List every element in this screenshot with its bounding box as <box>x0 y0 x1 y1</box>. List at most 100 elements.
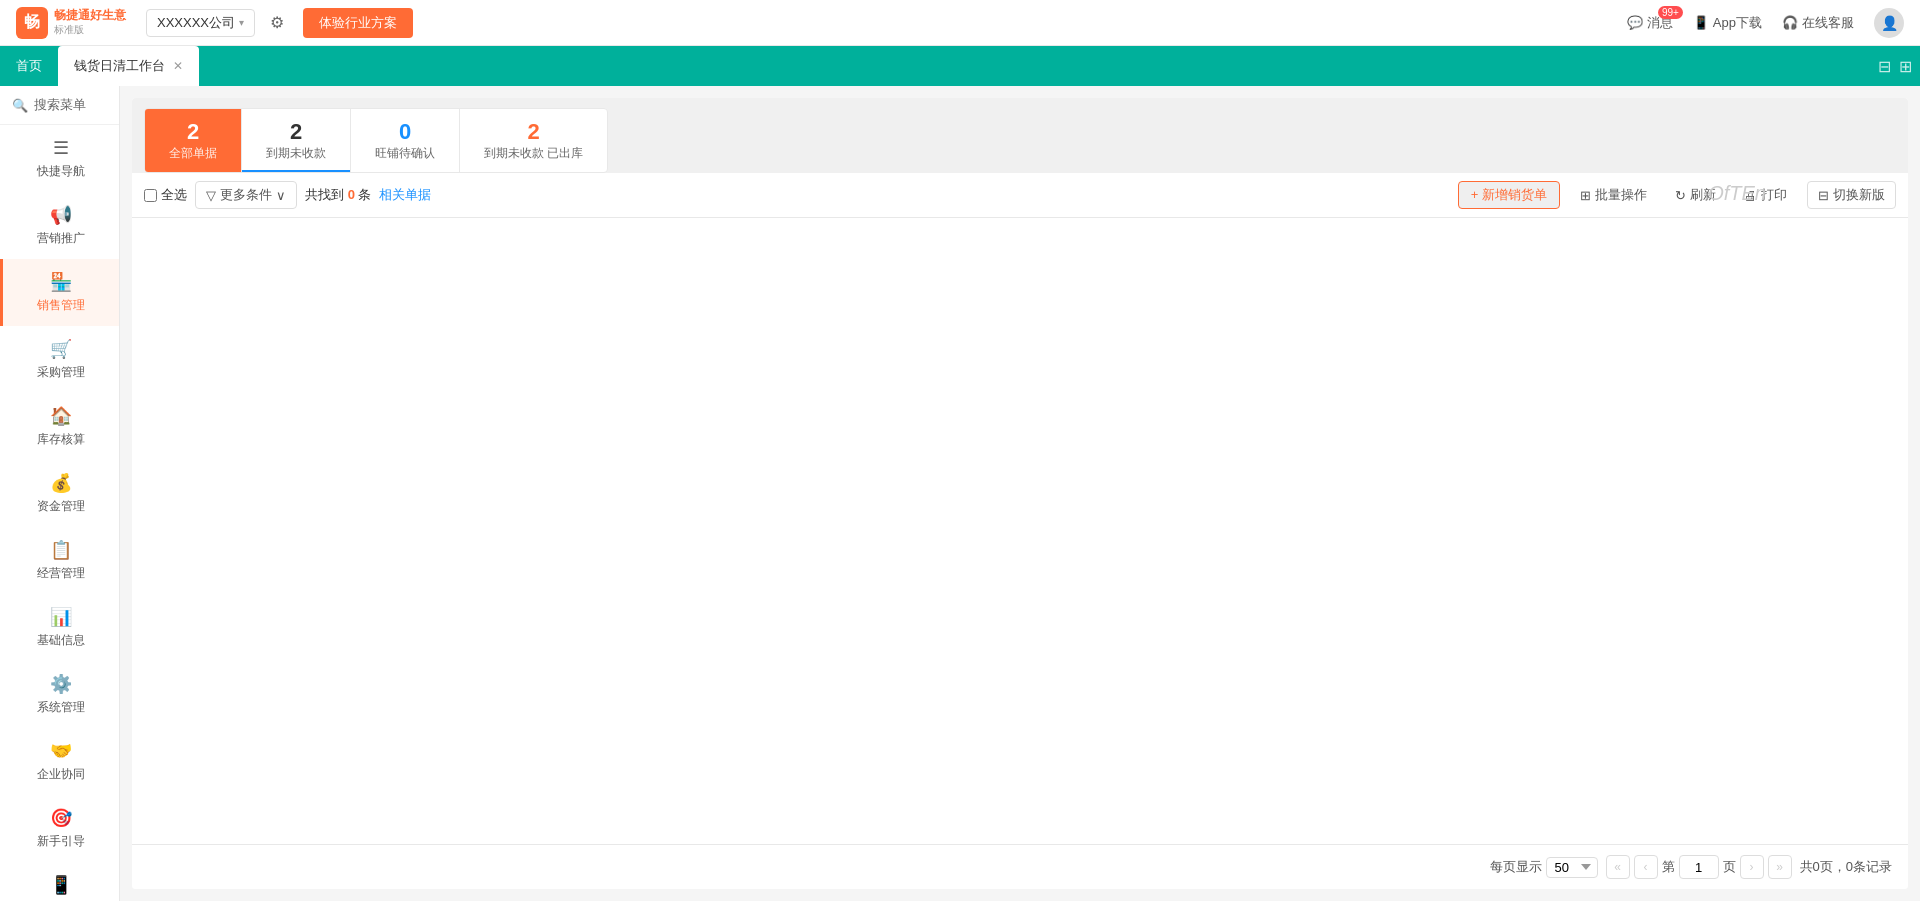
pagination: 每页显示 50 20 100 « ‹ 第 页 › <box>132 844 1908 889</box>
refresh-btn[interactable]: ↻ 刷新 <box>1667 182 1724 208</box>
app-download-btn[interactable]: 📱 App下载 <box>1693 14 1762 32</box>
page-input[interactable] <box>1679 855 1719 879</box>
refresh-icon: ↻ <box>1675 188 1686 203</box>
sidebar-item-system[interactable]: ⚙️ 系统管理 <box>0 661 119 728</box>
tab-close-icon[interactable]: ✕ <box>173 59 183 73</box>
page-suffix: 页 <box>1723 858 1736 876</box>
batch-operations-btn[interactable]: ⊞ 批量操作 <box>1572 182 1655 208</box>
sidebar-label-finance: 资金管理 <box>37 498 85 515</box>
main-layout: 🔍 搜索菜单 ☰ 快捷导航 📢 营销推广 🏪 销售管理 🛒 采购管理 🏠 库存核… <box>0 86 1920 901</box>
print-btn[interactable]: 🖨 打印 <box>1736 182 1795 208</box>
sidebar-label-purchase: 采购管理 <box>37 364 85 381</box>
sidebar-label-inventory: 库存核算 <box>37 431 85 448</box>
first-page-btn[interactable]: « <box>1606 855 1630 879</box>
stats-tab-shipped[interactable]: 2 到期未收款 已出库 <box>460 109 607 172</box>
sidebar-item-sales[interactable]: 🏪 销售管理 <box>0 259 119 326</box>
prev-page-btn[interactable]: ‹ <box>1634 855 1658 879</box>
stats-tabs-container: 2 全部单据 2 到期未收款 0 旺铺待确认 <box>132 98 1908 173</box>
settings-icon[interactable]: ⚙ <box>263 9 291 37</box>
sidebar-item-shortcut[interactable]: ☰ 快捷导航 <box>0 125 119 192</box>
stats-count-pending: 0 <box>375 119 435 145</box>
print-icon: 🖨 <box>1744 188 1757 203</box>
stats-count-shipped: 2 <box>484 119 583 145</box>
app-version: 标准版 <box>54 23 126 37</box>
add-sales-btn[interactable]: + 新增销货单 <box>1458 181 1560 209</box>
tab-workbench[interactable]: 钱货日清工作台 ✕ <box>58 46 199 86</box>
tabbar: 首页 钱货日清工作台 ✕ ⊟ ⊞ <box>0 46 1920 86</box>
stats-count-all: 2 <box>169 119 217 145</box>
select-all-input[interactable] <box>144 189 157 202</box>
topbar: 畅 畅捷通好生意 标准版 XXXXXX公司 ▾ ⚙ 体验行业方案 💬 消息 99… <box>0 0 1920 46</box>
sidebar-item-purchase[interactable]: 🛒 采购管理 <box>0 326 119 393</box>
logo-text-block: 畅捷通好生意 标准版 <box>54 8 126 36</box>
more-filters-btn[interactable]: ▽ 更多条件 ∨ <box>195 181 297 209</box>
trial-button[interactable]: 体验行业方案 <box>303 8 413 38</box>
company-selector[interactable]: XXXXXX公司 ▾ <box>146 9 255 37</box>
stats-tab-overdue[interactable]: 2 到期未收款 <box>242 109 351 172</box>
sidebar-item-finance[interactable]: 💰 资金管理 <box>0 460 119 527</box>
stats-label-pending: 旺铺待确认 <box>375 146 435 160</box>
marketing-icon: 📢 <box>50 204 72 226</box>
sidebar-item-marketing[interactable]: 📢 营销推广 <box>0 192 119 259</box>
finance-icon: 💰 <box>50 472 72 494</box>
batch-label: 批量操作 <box>1595 186 1647 204</box>
page-nav: « ‹ 第 页 › » <box>1606 855 1792 879</box>
system-icon: ⚙️ <box>50 673 72 695</box>
tab-home[interactable]: 首页 <box>0 46 58 86</box>
search-menu-btn[interactable]: 🔍 搜索菜单 <box>0 86 119 125</box>
app-name: 畅捷通好生意 <box>54 8 126 22</box>
toolbar-left: 全选 ▽ 更多条件 ∨ 共找到 0 条 相关单据 <box>144 181 1450 209</box>
online-service-label: 在线客服 <box>1802 14 1854 32</box>
sidebar-label-newbie: 新手引导 <box>37 833 85 850</box>
logo-icon: 畅 <box>16 7 48 39</box>
page-prefix: 第 <box>1662 858 1675 876</box>
enterprise-icon: 🤝 <box>50 740 72 762</box>
select-all-checkbox[interactable]: 全选 <box>144 186 187 204</box>
search-menu-label: 搜索菜单 <box>34 96 86 114</box>
company-name: XXXXXX公司 <box>157 14 235 32</box>
stats-tab-all[interactable]: 2 全部单据 <box>145 109 242 172</box>
toolbar-right: + 新增销货单 ⊞ 批量操作 ↻ 刷新 🖨 打印 <box>1458 181 1896 209</box>
next-page-btn[interactable]: › <box>1740 855 1764 879</box>
purchase-icon: 🛒 <box>50 338 72 360</box>
main-card: 2 全部单据 2 到期未收款 0 旺铺待确认 <box>132 98 1908 889</box>
refresh-label: 刷新 <box>1690 186 1716 204</box>
tab-minimize-icon[interactable]: ⊟ <box>1878 57 1891 76</box>
print-label: 打印 <box>1761 186 1787 204</box>
message-icon: 💬 <box>1627 15 1643 30</box>
sidebar-item-enterprise[interactable]: 🤝 企业协同 <box>0 728 119 795</box>
sidebar-label-marketing: 营销推广 <box>37 230 85 247</box>
sidebar-item-appstore[interactable]: 📱 应用中心 <box>0 862 119 901</box>
related-bills-link[interactable]: 相关单据 <box>379 186 431 204</box>
topbar-right: 💬 消息 99+ 📱 App下载 🎧 在线客服 👤 <box>1627 8 1904 38</box>
sidebar-item-operation[interactable]: 📋 经营管理 <box>0 527 119 594</box>
tab-expand-icon[interactable]: ⊞ <box>1899 57 1912 76</box>
per-page-label: 每页显示 <box>1490 858 1542 876</box>
chevron-down-icon: ▾ <box>239 17 244 28</box>
tab-home-label: 首页 <box>16 57 42 75</box>
toolbar: 全选 ▽ 更多条件 ∨ 共找到 0 条 相关单据 <box>132 173 1908 218</box>
sidebar-item-newbie[interactable]: 🎯 新手引导 <box>0 795 119 862</box>
avatar[interactable]: 👤 <box>1874 8 1904 38</box>
tabbar-actions: ⊟ ⊞ <box>1878 57 1920 76</box>
sidebar-item-inventory[interactable]: 🏠 库存核算 <box>0 393 119 460</box>
inventory-icon: 🏠 <box>50 405 72 427</box>
found-count: 0 <box>348 187 355 202</box>
appstore-icon: 📱 <box>50 874 72 896</box>
per-page-select[interactable]: 50 20 100 <box>1546 857 1598 878</box>
filter-icon: ▽ <box>206 188 216 203</box>
content-area: 2 全部单据 2 到期未收款 0 旺铺待确认 <box>120 86 1920 901</box>
message-btn[interactable]: 💬 消息 99+ <box>1627 14 1673 32</box>
message-badge: 99+ <box>1658 6 1683 19</box>
sidebar-label-shortcut: 快捷导航 <box>37 163 85 180</box>
stats-label-overdue: 到期未收款 <box>266 146 326 160</box>
sidebar-item-basic[interactable]: 📊 基础信息 <box>0 594 119 661</box>
online-service-btn[interactable]: 🎧 在线客服 <box>1782 14 1854 32</box>
last-page-btn[interactable]: » <box>1768 855 1792 879</box>
table-area <box>132 218 1908 844</box>
page-total: 共0页，0条记录 <box>1800 858 1892 876</box>
sidebar: 🔍 搜索菜单 ☰ 快捷导航 📢 营销推广 🏪 销售管理 🛒 采购管理 🏠 库存核… <box>0 86 120 901</box>
switch-version-btn[interactable]: ⊟ 切换新版 <box>1807 181 1896 209</box>
tab-workbench-label: 钱货日清工作台 <box>74 57 165 75</box>
stats-tab-pending[interactable]: 0 旺铺待确认 <box>351 109 460 172</box>
